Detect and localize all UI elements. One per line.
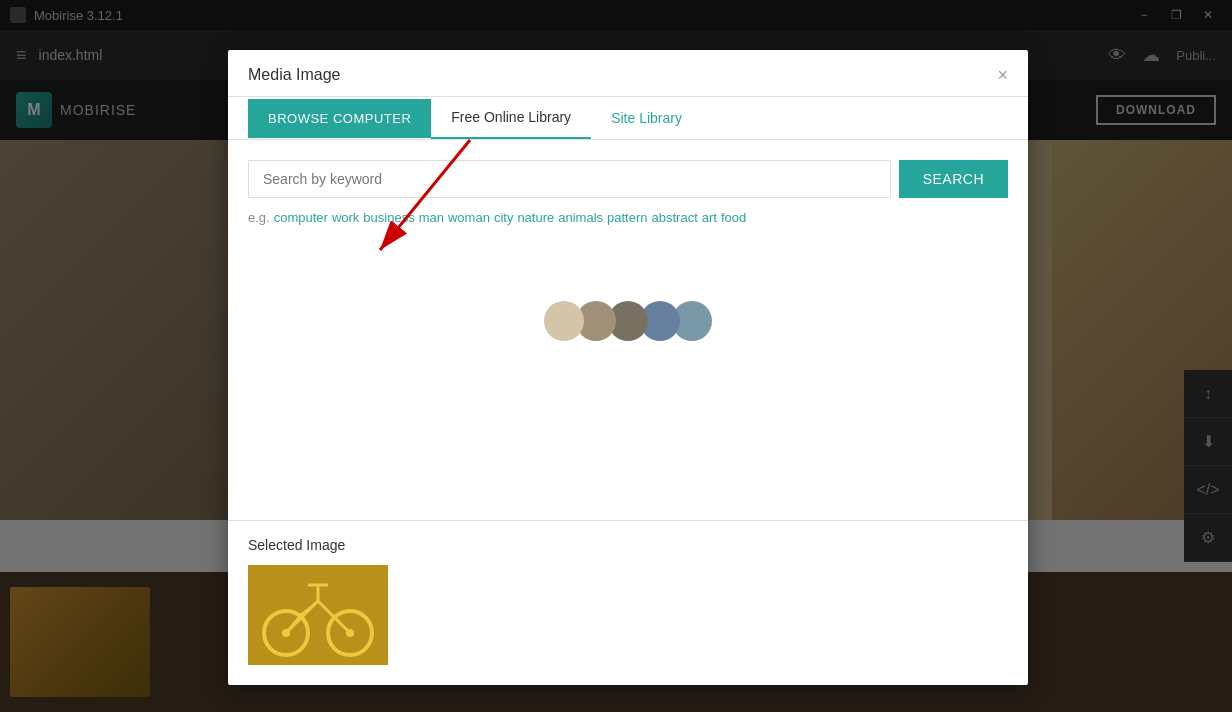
search-button[interactable]: SEARCH bbox=[899, 160, 1008, 198]
keyword-man[interactable]: man bbox=[419, 210, 444, 225]
keyword-work[interactable]: work bbox=[332, 210, 359, 225]
bike-svg bbox=[248, 565, 388, 665]
modal-body: SEARCH e.g. computer work business man w… bbox=[228, 140, 1028, 520]
dot-1 bbox=[544, 301, 584, 341]
keyword-pattern[interactable]: pattern bbox=[607, 210, 647, 225]
keyword-animals[interactable]: animals bbox=[558, 210, 603, 225]
keyword-abstract[interactable]: abstract bbox=[652, 210, 698, 225]
modal-tabs: BROWSE COMPUTER Free Online Library Site… bbox=[228, 97, 1028, 140]
svg-rect-0 bbox=[248, 565, 388, 665]
selected-image-label: Selected Image bbox=[248, 537, 1008, 553]
keyword-business[interactable]: business bbox=[363, 210, 414, 225]
search-input[interactable] bbox=[248, 160, 891, 198]
site-library-tab[interactable]: Site Library bbox=[591, 98, 702, 138]
search-row: SEARCH bbox=[248, 160, 1008, 198]
keyword-computer[interactable]: computer bbox=[274, 210, 328, 225]
svg-point-10 bbox=[346, 629, 354, 637]
media-image-modal: Media Image × BROWSE COMPUTER Free Onlin… bbox=[228, 50, 1028, 685]
keyword-nature[interactable]: nature bbox=[517, 210, 554, 225]
keyword-city[interactable]: city bbox=[494, 210, 514, 225]
loading-dots bbox=[544, 301, 712, 341]
keyword-suggestions: e.g. computer work business man woman ci… bbox=[248, 210, 1008, 225]
keyword-woman[interactable]: woman bbox=[448, 210, 490, 225]
free-online-library-tab[interactable]: Free Online Library bbox=[431, 97, 591, 139]
browse-computer-tab[interactable]: BROWSE COMPUTER bbox=[248, 99, 431, 138]
keyword-art[interactable]: art bbox=[702, 210, 717, 225]
keyword-label: e.g. bbox=[248, 210, 270, 225]
modal-close-button[interactable]: × bbox=[997, 66, 1008, 84]
selected-image-section: Selected Image bbox=[228, 520, 1028, 685]
modal-title: Media Image bbox=[248, 66, 341, 84]
selected-image-thumbnail bbox=[248, 565, 388, 665]
keyword-food[interactable]: food bbox=[721, 210, 746, 225]
loading-area bbox=[248, 241, 1008, 401]
modal-header: Media Image × bbox=[228, 50, 1028, 97]
svg-point-9 bbox=[282, 629, 290, 637]
